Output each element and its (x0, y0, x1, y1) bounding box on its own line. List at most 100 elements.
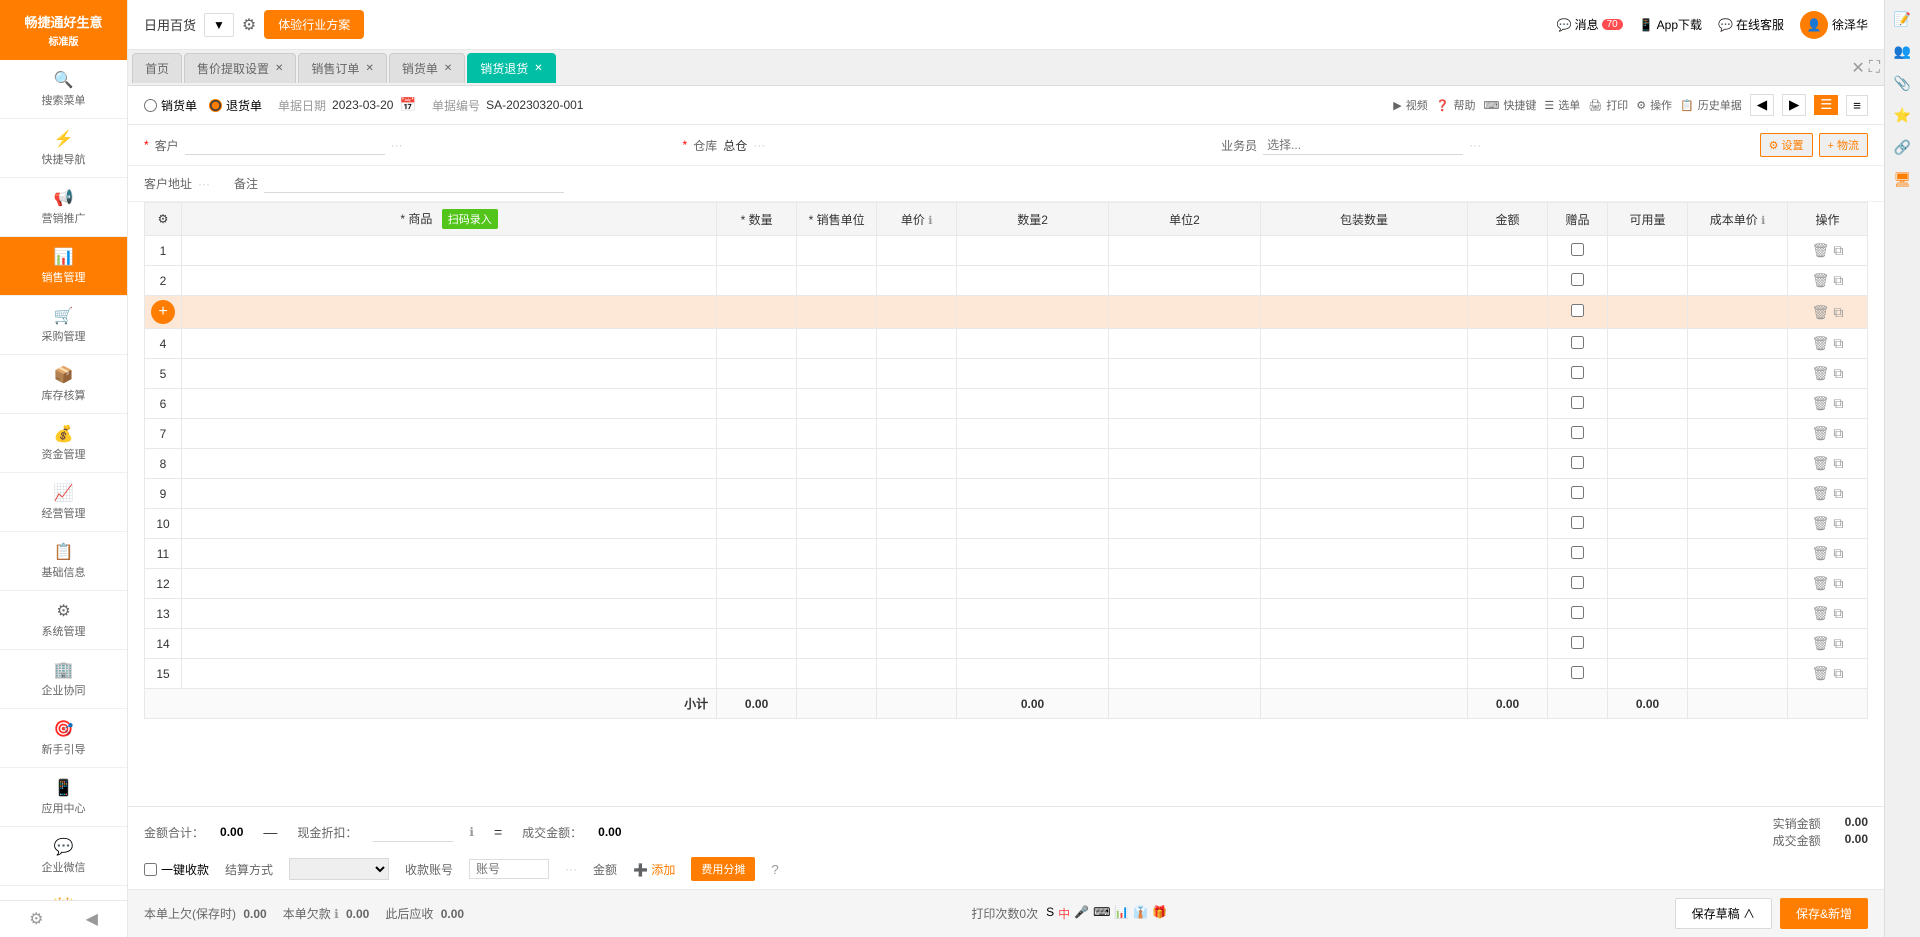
bottom-icon-4[interactable]: ⌨ (1093, 905, 1110, 922)
price-cell-8[interactable] (877, 449, 957, 479)
amount-cell-3[interactable] (1468, 296, 1548, 329)
sidebar-item-system[interactable]: ⚙系统管理 (0, 591, 127, 650)
gift-checkbox-14[interactable] (1571, 636, 1584, 649)
gift-cell-13[interactable] (1548, 599, 1608, 629)
available-cell-1[interactable] (1608, 236, 1688, 266)
gear-settings-btn[interactable]: ⚙ 设置 (1760, 133, 1813, 157)
delete-btn-1[interactable]: 🗑 (1812, 242, 1830, 259)
unit-cell-10[interactable] (797, 509, 877, 539)
copy-btn-14[interactable]: ⧉ (1833, 635, 1843, 652)
sidebar-item-inventory[interactable]: 📦库存核算 (0, 355, 127, 414)
amount-cell-15[interactable] (1468, 659, 1548, 689)
user-info[interactable]: 👤 徐泽华 (1800, 11, 1868, 39)
gift-checkbox-12[interactable] (1571, 576, 1584, 589)
delete-btn-7[interactable]: 🗑 (1812, 425, 1830, 442)
category-dropdown-btn[interactable]: ▼ (204, 13, 234, 37)
warehouse-dots[interactable]: ··· (753, 138, 765, 152)
one-click-collection-checkbox[interactable] (144, 863, 157, 876)
product-cell-15[interactable] (182, 659, 717, 689)
th-scan-btn[interactable]: 扫码录入 (442, 209, 498, 229)
save-draft-btn[interactable]: 保存草稿 ∧ (1675, 898, 1772, 929)
radio-return[interactable]: 退货单 (209, 97, 262, 114)
gift-cell-1[interactable] (1548, 236, 1608, 266)
tab-close-2[interactable]: ✕ (365, 63, 373, 74)
qty2-cell-8[interactable] (957, 449, 1109, 479)
copy-btn-6[interactable]: ⧉ (1833, 395, 1843, 412)
unit2-cell-3[interactable] (1109, 296, 1261, 329)
price-cell-2[interactable] (877, 266, 957, 296)
price-cell-1[interactable] (877, 236, 957, 266)
remark-input[interactable] (264, 174, 564, 193)
bottom-icon-6[interactable]: 👔 (1133, 905, 1148, 922)
one-click-collection-label[interactable]: 一键收款 (144, 861, 209, 878)
price-cell-15[interactable] (877, 659, 957, 689)
sidebar-item-member[interactable]: 👑畅会员 (0, 886, 127, 900)
available-cell-12[interactable] (1608, 569, 1688, 599)
unit-cell-11[interactable] (797, 539, 877, 569)
gift-checkbox-6[interactable] (1571, 396, 1584, 409)
copy-btn-12[interactable]: ⧉ (1833, 575, 1843, 592)
delete-btn-11[interactable]: 🗑 (1812, 545, 1830, 562)
gift-cell-10[interactable] (1548, 509, 1608, 539)
date-picker-btn[interactable]: 📅 (399, 97, 416, 113)
available-cell-2[interactable] (1608, 266, 1688, 296)
copy-btn-5[interactable]: ⧉ (1833, 365, 1843, 382)
settings-th-icon[interactable]: ⚙ (158, 212, 169, 226)
pack-qty-cell-12[interactable] (1260, 569, 1467, 599)
unit-cell-15[interactable] (797, 659, 877, 689)
qty2-cell-5[interactable] (957, 359, 1109, 389)
tab-close-4[interactable]: ✕ (534, 63, 542, 74)
amount-cell-12[interactable] (1468, 569, 1548, 599)
delete-btn-10[interactable]: 🗑 (1812, 515, 1830, 532)
price-cell-13[interactable] (877, 599, 957, 629)
discount-info-btn[interactable]: ℹ (469, 825, 474, 839)
pack-qty-cell-13[interactable] (1260, 599, 1467, 629)
available-cell-10[interactable] (1608, 509, 1688, 539)
sidebar-item-shortcut[interactable]: ⚡快捷导航 (0, 119, 127, 178)
cost-cell-14[interactable] (1688, 629, 1788, 659)
salesperson-input[interactable] (1263, 136, 1463, 155)
available-cell-5[interactable] (1608, 359, 1688, 389)
cost-cell-5[interactable] (1688, 359, 1788, 389)
qty-cell-6[interactable] (717, 389, 797, 419)
qty2-cell-6[interactable] (957, 389, 1109, 419)
view-list-btn[interactable]: ≡ (1846, 95, 1868, 116)
price-info-icon[interactable]: ℹ (928, 215, 932, 227)
amount-cell-7[interactable] (1468, 419, 1548, 449)
product-cell-3[interactable] (182, 296, 717, 329)
cost-cell-2[interactable] (1688, 266, 1788, 296)
qty-cell-7[interactable] (717, 419, 797, 449)
help-btn[interactable]: ❓ 帮助 (1436, 97, 1476, 113)
bottom-icon-7[interactable]: 🎁 (1152, 905, 1167, 922)
qty-cell-4[interactable] (717, 329, 797, 359)
save-draft-chevron[interactable]: ∧ (1743, 907, 1755, 921)
pack-qty-cell-8[interactable] (1260, 449, 1467, 479)
tab-4[interactable]: 销货退货✕ (467, 53, 555, 83)
product-input-3[interactable] (188, 305, 710, 319)
copy-btn-7[interactable]: ⧉ (1833, 425, 1843, 442)
amount-cell-11[interactable] (1468, 539, 1548, 569)
experience-btn[interactable]: 体验行业方案 (264, 10, 364, 39)
pack-qty-cell-3[interactable] (1260, 296, 1467, 329)
tab-close-3[interactable]: ✕ (444, 63, 452, 74)
unit2-cell-14[interactable] (1109, 629, 1261, 659)
sidebar-item-guide[interactable]: 🎯新手引导 (0, 709, 127, 768)
qty2-cell-9[interactable] (957, 479, 1109, 509)
online-service-btn[interactable]: 💬 在线客服 (1718, 16, 1784, 33)
video-btn[interactable]: ▶ 视频 (1393, 97, 1427, 113)
product-cell-14[interactable] (182, 629, 717, 659)
unit-cell-14[interactable] (797, 629, 877, 659)
settlement-method-select[interactable] (289, 858, 389, 880)
unit-cell-12[interactable] (797, 569, 877, 599)
unit2-cell-5[interactable] (1109, 359, 1261, 389)
qty2-cell-10[interactable] (957, 509, 1109, 539)
select-btn[interactable]: ☰ 选单 (1544, 97, 1580, 113)
qty-cell-12[interactable] (717, 569, 797, 599)
customer-input[interactable] (185, 136, 385, 155)
unit-cell-6[interactable] (797, 389, 877, 419)
gift-checkbox-1[interactable] (1571, 243, 1584, 256)
available-cell-6[interactable] (1608, 389, 1688, 419)
gift-checkbox-13[interactable] (1571, 606, 1584, 619)
price-cell-6[interactable] (877, 389, 957, 419)
unit2-cell-10[interactable] (1109, 509, 1261, 539)
